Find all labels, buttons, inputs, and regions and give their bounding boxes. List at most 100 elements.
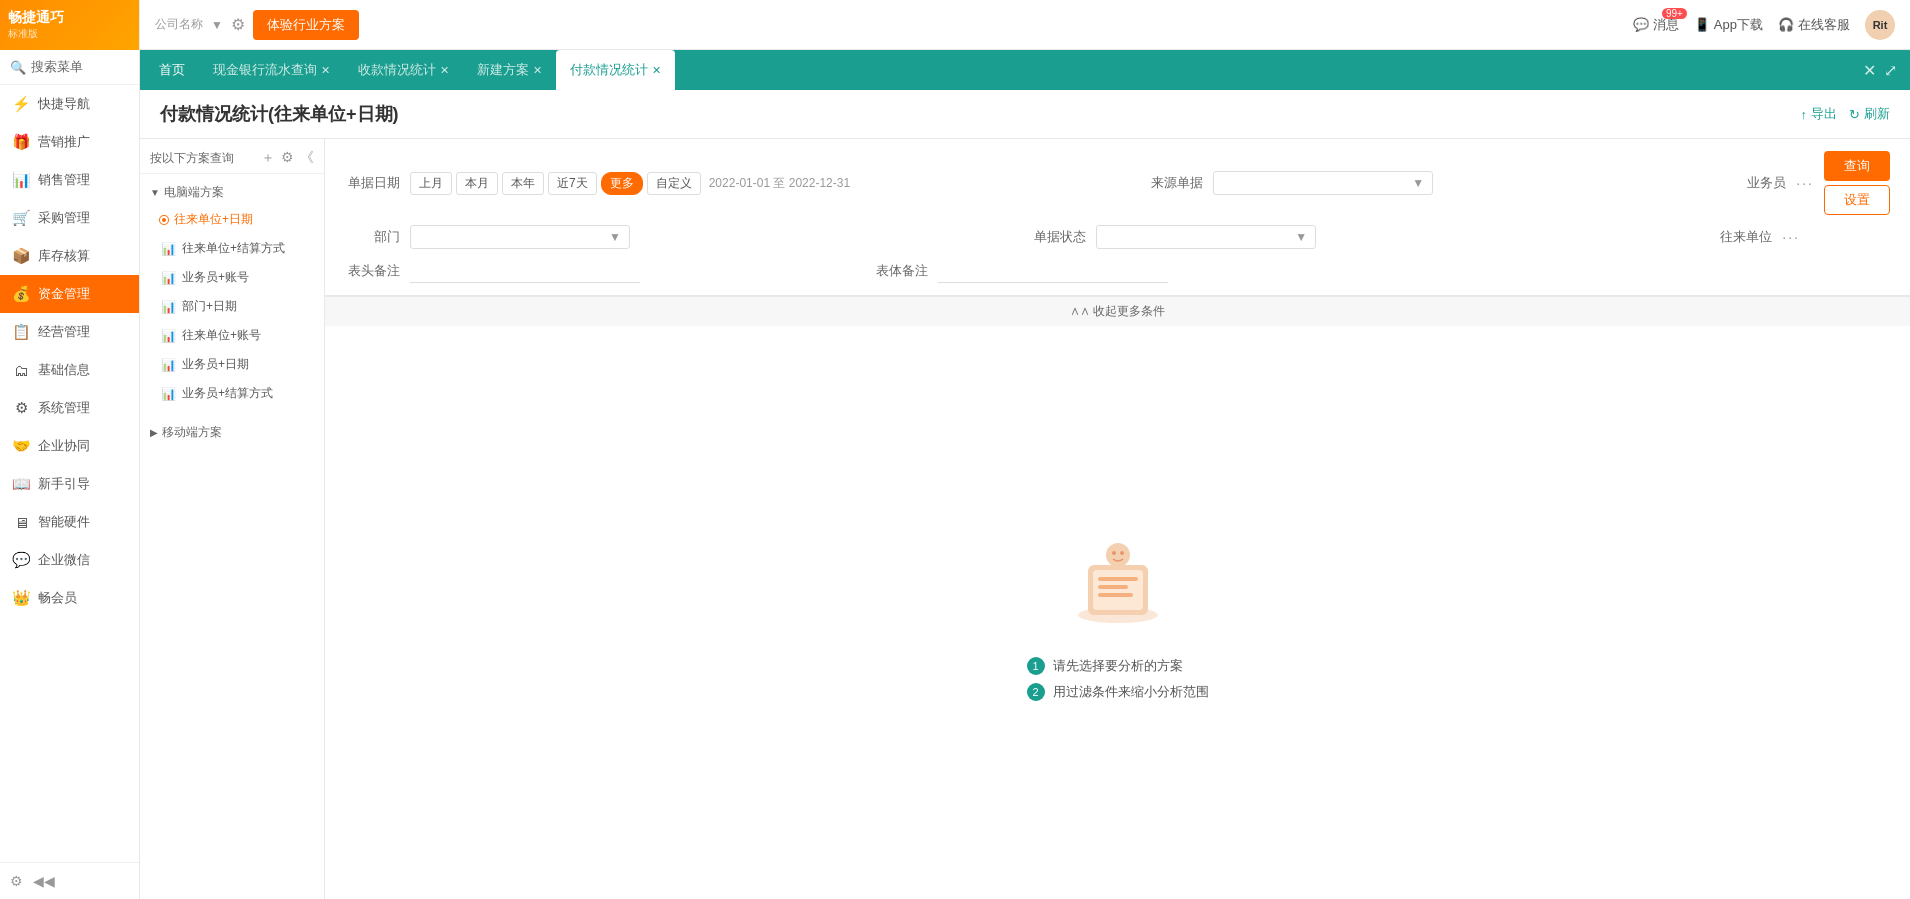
- sidebar-item-basic-info[interactable]: 🗂 基础信息: [0, 351, 139, 389]
- date-btn-this-month[interactable]: 本月: [456, 172, 498, 195]
- sidebar-item-operations[interactable]: 📋 经营管理: [0, 313, 139, 351]
- mobile-section-title[interactable]: ▶ 移动端方案: [140, 420, 324, 445]
- tip-text-2: 用过滤条件来缩小分析范围: [1053, 683, 1209, 701]
- sidebar-collapse-icon[interactable]: ◀◀: [33, 873, 55, 889]
- header-note-input[interactable]: [410, 259, 640, 283]
- tab-bank-label: 现金银行流水查询: [213, 61, 317, 79]
- tab-expand-icon[interactable]: ⤢: [1884, 61, 1897, 80]
- content-area: 付款情况统计(往来单位+日期) ↑ 导出 ↻ 刷新 按以下方案查询 ＋: [140, 90, 1910, 899]
- company-chevron-icon[interactable]: ▼: [211, 18, 223, 32]
- scheme-item-dept-date[interactable]: 📊 部门+日期: [140, 292, 324, 321]
- avatar-text: Rit: [1873, 19, 1888, 31]
- tab-close-all-icon[interactable]: ✕: [1863, 61, 1876, 80]
- topbar-gear-icon[interactable]: ⚙: [231, 15, 245, 34]
- sidebar-logo: 畅捷通巧: [8, 9, 64, 27]
- marketing-icon: 🎁: [12, 133, 30, 151]
- sidebar-item-enterprise[interactable]: 🤝 企业协同: [0, 427, 139, 465]
- sidebar-item-hardware[interactable]: 🖥 智能硬件: [0, 503, 139, 541]
- scheme-item-staff-account[interactable]: 📊 业务员+账号: [140, 263, 324, 292]
- sidebar-item-system[interactable]: ⚙ 系统管理: [0, 389, 139, 427]
- sidebar-search-label: 搜索菜单: [31, 58, 83, 76]
- scheme-item-staff-payment[interactable]: 📊 业务员+结算方式: [140, 379, 324, 408]
- body-note-input[interactable]: [938, 259, 1168, 283]
- user-avatar[interactable]: Rit: [1865, 10, 1895, 40]
- sidebar-item-guide[interactable]: 📖 新手引导: [0, 465, 139, 503]
- messages-btn[interactable]: 💬 消息 99+: [1633, 16, 1679, 34]
- sidebar-item-inventory[interactable]: 📦 库存核算: [0, 237, 139, 275]
- scheme-chart-icon-6: 📊: [160, 386, 176, 402]
- sidebar-settings-icon[interactable]: ⚙: [10, 873, 23, 889]
- tab-bank[interactable]: 现金银行流水查询 ✕: [199, 50, 344, 90]
- scheme-item-staff-date[interactable]: 📊 业务员+日期: [140, 350, 324, 379]
- filter-row-3: 表头备注 表体备注: [345, 259, 1890, 283]
- mobile-arrow-icon: ▶: [150, 427, 158, 438]
- online-service-label: 在线客服: [1798, 16, 1850, 34]
- scheme-collapse-icon[interactable]: 《: [300, 149, 314, 167]
- svg-rect-4: [1098, 585, 1128, 589]
- sidebar: 畅捷通巧 标准版 🔍 搜索菜单 ⚡ 快捷导航 🎁 营销推广 📊 销售管理 🛒 采…: [0, 0, 140, 899]
- operations-icon: 📋: [12, 323, 30, 341]
- tab-new-scheme[interactable]: 新建方案 ✕: [463, 50, 556, 90]
- filter-row-2: 部门 ▼ 单据状态 ▼ 往来单位 ···: [345, 225, 1890, 249]
- sidebar-item-purchase[interactable]: 🛒 采购管理: [0, 199, 139, 237]
- nav-label-member: 畅会员: [38, 589, 77, 607]
- partner-dots-btn[interactable]: ···: [1782, 229, 1800, 245]
- online-service-btn[interactable]: 🎧 在线客服: [1778, 16, 1850, 34]
- dept-select[interactable]: ▼: [410, 225, 630, 249]
- scheme-item-unit-payment[interactable]: 📊 往来单位+结算方式: [140, 234, 324, 263]
- nav-label-hardware: 智能硬件: [38, 513, 90, 531]
- collapse-bar[interactable]: ∧∧ 收起更多条件: [325, 296, 1910, 326]
- finance-icon: 💰: [12, 285, 30, 303]
- scheme-chart-icon-2: 📊: [160, 270, 176, 286]
- query-btn[interactable]: 查询: [1824, 151, 1890, 181]
- app-icon: 📱: [1694, 17, 1710, 32]
- collapse-label: 收起更多条件: [1093, 304, 1165, 318]
- tab-receivable[interactable]: 收款情况统计 ✕: [344, 50, 463, 90]
- export-btn[interactable]: ↑ 导出: [1801, 105, 1838, 123]
- scheme-add-icon[interactable]: ＋: [261, 149, 275, 167]
- tab-payment-close-icon[interactable]: ✕: [652, 64, 661, 77]
- sidebar-search[interactable]: 🔍 搜索菜单: [0, 50, 139, 85]
- staff-label: 业务员: [1731, 174, 1786, 192]
- inventory-icon: 📦: [12, 247, 30, 265]
- scheme-panel-title: 按以下方案查询: [150, 150, 234, 167]
- guide-icon: 📖: [12, 475, 30, 493]
- scheme-item-unit-account[interactable]: 📊 往来单位+账号: [140, 321, 324, 350]
- topbar-right: 💬 消息 99+ 📱 App下载 🎧 在线客服 Rit: [1633, 10, 1895, 40]
- tab-receivable-close-icon[interactable]: ✕: [440, 64, 449, 77]
- date-label: 单据日期: [345, 174, 400, 192]
- date-btn-custom[interactable]: 自定义: [647, 172, 701, 195]
- sidebar-item-member[interactable]: 👑 畅会员: [0, 579, 139, 617]
- app-download-btn[interactable]: 📱 App下载: [1694, 16, 1763, 34]
- sidebar-item-sales[interactable]: 📊 销售管理: [0, 161, 139, 199]
- sidebar-item-weixin[interactable]: 💬 企业微信: [0, 541, 139, 579]
- filter-area: 按以下方案查询 ＋ ⚙ 《 ▼ 电脑端方案 往来单位+日期: [140, 139, 1910, 899]
- date-btn-more[interactable]: 更多: [601, 172, 643, 195]
- status-label: 单据状态: [1031, 228, 1086, 246]
- setting-btn[interactable]: 设置: [1824, 185, 1890, 215]
- sidebar-item-quick-nav[interactable]: ⚡ 快捷导航: [0, 85, 139, 123]
- refresh-btn[interactable]: ↻ 刷新: [1849, 105, 1890, 123]
- date-btn-this-year[interactable]: 本年: [502, 172, 544, 195]
- tab-payment[interactable]: 付款情况统计 ✕: [556, 50, 675, 90]
- hardware-icon: 🖥: [12, 513, 30, 531]
- sales-icon: 📊: [12, 171, 30, 189]
- desktop-section-title[interactable]: ▼ 电脑端方案: [140, 180, 324, 205]
- scheme-item-unit-date[interactable]: 往来单位+日期: [140, 205, 324, 234]
- staff-dots-btn[interactable]: ···: [1796, 175, 1814, 191]
- source-select-arrow-icon: ▼: [1412, 176, 1424, 190]
- scheme-item-staff-account-label: 业务员+账号: [182, 269, 249, 286]
- sidebar-item-marketing[interactable]: 🎁 营销推广: [0, 123, 139, 161]
- date-btn-7days[interactable]: 近7天: [548, 172, 597, 195]
- tab-new-scheme-close-icon[interactable]: ✕: [533, 64, 542, 77]
- scheme-settings-icon[interactable]: ⚙: [281, 149, 294, 167]
- tab-bank-close-icon[interactable]: ✕: [321, 64, 330, 77]
- tab-home[interactable]: 首页: [145, 50, 199, 90]
- source-select[interactable]: ▼: [1213, 171, 1433, 195]
- tip-text-1: 请先选择要分析的方案: [1053, 657, 1183, 675]
- date-btn-last-month[interactable]: 上月: [410, 172, 452, 195]
- scheme-item-staff-date-label: 业务员+日期: [182, 356, 249, 373]
- status-select[interactable]: ▼: [1096, 225, 1316, 249]
- sidebar-item-finance[interactable]: 💰 资金管理: [0, 275, 139, 313]
- trial-btn[interactable]: 体验行业方案: [253, 10, 359, 40]
